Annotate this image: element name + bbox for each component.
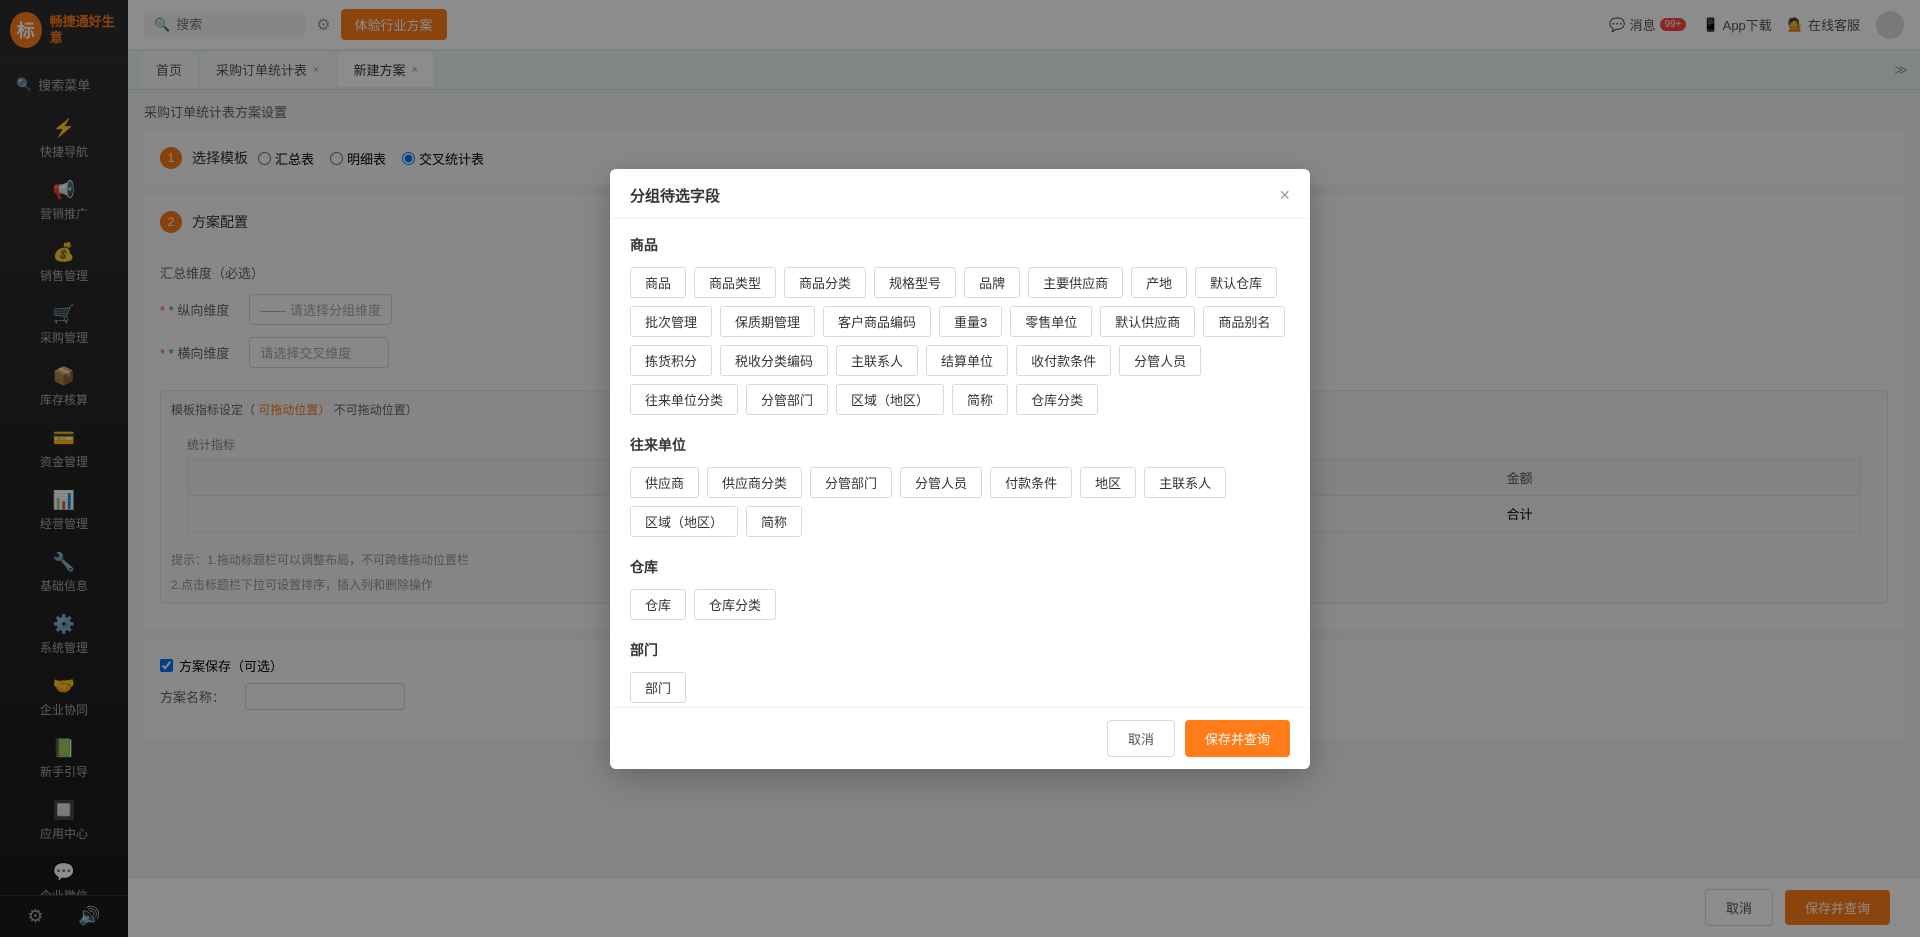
field-tag[interactable]: 主联系人 [836, 345, 918, 376]
field-tag[interactable]: 仓库 [630, 589, 686, 620]
field-tag[interactable]: 分管人员 [900, 467, 982, 498]
field-group-title: 部门 [630, 640, 1290, 660]
field-tag[interactable]: 收付款条件 [1016, 345, 1111, 376]
modal-title: 分组待选字段 [630, 185, 720, 206]
field-tag[interactable]: 部门 [630, 672, 686, 703]
modal-header: 分组待选字段 × [610, 169, 1310, 219]
field-tag[interactable]: 区域（地区） [836, 384, 944, 415]
field-tag[interactable]: 品牌 [964, 267, 1020, 298]
field-tags-商品: 商品商品类型商品分类规格型号品牌主要供应商产地默认仓库批次管理保质期管理客户商品… [630, 267, 1290, 415]
field-tag[interactable]: 税收分类编码 [720, 345, 828, 376]
field-tag[interactable]: 简称 [952, 384, 1008, 415]
field-group-title: 往来单位 [630, 435, 1290, 455]
field-tag[interactable]: 商品类型 [694, 267, 776, 298]
field-tag[interactable]: 供应商分类 [707, 467, 802, 498]
field-tag[interactable]: 批次管理 [630, 306, 712, 337]
modal-cancel-btn[interactable]: 取消 [1107, 720, 1175, 757]
field-tag[interactable]: 地区 [1080, 467, 1136, 498]
field-tag[interactable]: 拣货积分 [630, 345, 712, 376]
field-tag[interactable]: 商品别名 [1203, 306, 1285, 337]
field-tag[interactable]: 零售单位 [1010, 306, 1092, 337]
field-tag[interactable]: 主联系人 [1144, 467, 1226, 498]
field-tag[interactable]: 商品 [630, 267, 686, 298]
field-tag[interactable]: 仓库分类 [694, 589, 776, 620]
field-tag[interactable]: 结算单位 [926, 345, 1008, 376]
field-tag[interactable]: 分管部门 [810, 467, 892, 498]
field-tag[interactable]: 规格型号 [874, 267, 956, 298]
field-group-商品: 商品商品商品类型商品分类规格型号品牌主要供应商产地默认仓库批次管理保质期管理客户… [630, 235, 1290, 415]
field-tags-部门: 部门 [630, 672, 1290, 703]
field-group-仓库: 仓库仓库仓库分类 [630, 557, 1290, 620]
field-tag[interactable]: 付款条件 [990, 467, 1072, 498]
modal-save-btn[interactable]: 保存并查询 [1185, 720, 1290, 757]
field-tag[interactable]: 客户商品编码 [823, 306, 931, 337]
field-tag[interactable]: 主要供应商 [1028, 267, 1123, 298]
field-tag[interactable]: 分管部门 [746, 384, 828, 415]
field-group-往来单位: 往来单位供应商供应商分类分管部门分管人员付款条件地区主联系人区域（地区） 简称 [630, 435, 1290, 537]
field-tags-仓库: 仓库仓库分类 [630, 589, 1290, 620]
field-tag[interactable]: 分管人员 [1119, 345, 1201, 376]
modal-overlay[interactable]: 分组待选字段 × 商品商品商品类型商品分类规格型号品牌主要供应商产地默认仓库批次… [0, 0, 1920, 937]
field-tags-往来单位: 供应商供应商分类分管部门分管人员付款条件地区主联系人区域（地区） 简称 [630, 467, 1290, 537]
field-tag[interactable]: 保质期管理 [720, 306, 815, 337]
field-group-title: 仓库 [630, 557, 1290, 577]
field-tag[interactable]: 默认供应商 [1100, 306, 1195, 337]
field-group-部门: 部门部门 [630, 640, 1290, 703]
field-tag[interactable]: 产地 [1131, 267, 1187, 298]
field-tag[interactable]: 默认仓库 [1195, 267, 1277, 298]
field-tag[interactable]: 供应商 [630, 467, 699, 498]
field-tag[interactable]: 区域（地区） [630, 506, 738, 537]
field-group-title: 商品 [630, 235, 1290, 255]
modal-footer: 取消 保存并查询 [610, 707, 1310, 769]
field-tag[interactable]: 仓库分类 [1016, 384, 1098, 415]
field-tag[interactable]: 商品分类 [784, 267, 866, 298]
modal-dialog: 分组待选字段 × 商品商品商品类型商品分类规格型号品牌主要供应商产地默认仓库批次… [610, 169, 1310, 769]
modal-body: 商品商品商品类型商品分类规格型号品牌主要供应商产地默认仓库批次管理保质期管理客户… [610, 219, 1310, 707]
field-tag[interactable]: 简称 [746, 506, 802, 537]
modal-close-btn[interactable]: × [1279, 185, 1290, 206]
field-tag[interactable]: 往来单位分类 [630, 384, 738, 415]
field-tag[interactable]: 重量3 [939, 306, 1002, 337]
